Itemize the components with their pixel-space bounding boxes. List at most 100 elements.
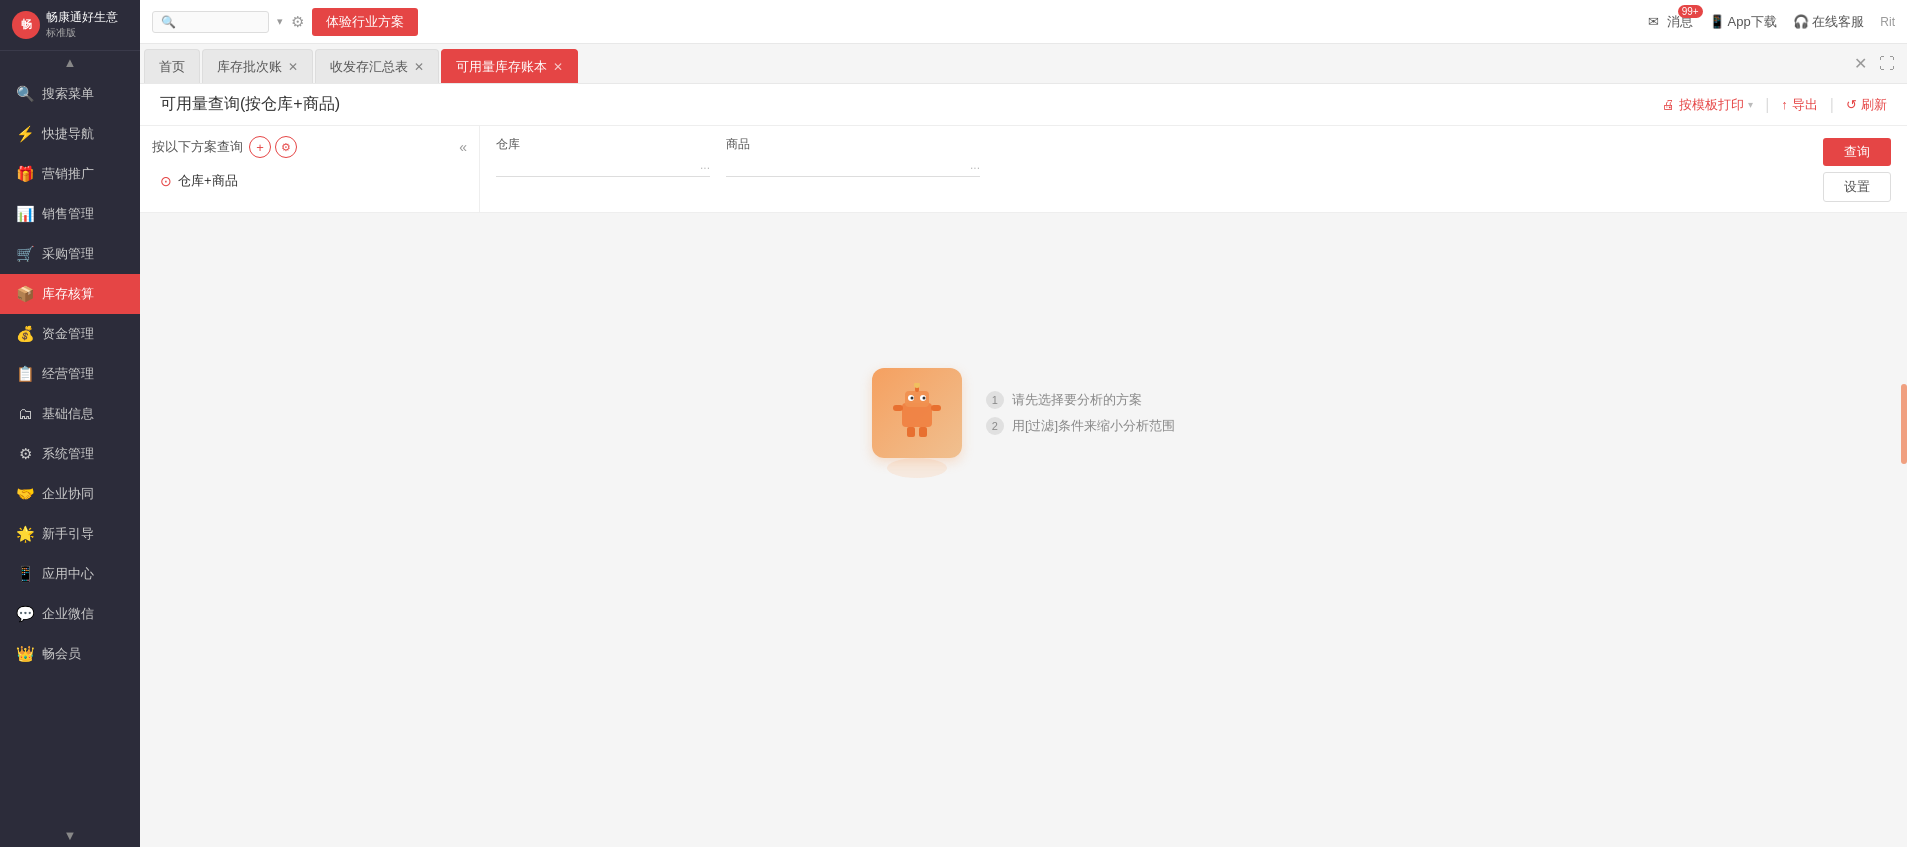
tab-available-close[interactable]: ✕ — [553, 60, 563, 74]
sidebar-item-quick-nav[interactable]: ⚡ 快捷导航 — [0, 114, 140, 154]
scheme-settings-btn[interactable]: ⚙ — [275, 136, 297, 158]
sidebar-item-wechat[interactable]: 💬 企业微信 — [0, 594, 140, 634]
query-panel: 按以下方案查询 + ⚙ « ⊙ 仓库+商品 仓库 — [140, 126, 1907, 213]
sidebar-item-enterprise[interactable]: 🤝 企业协同 — [0, 474, 140, 514]
empty-tip-2: 2 用[过滤]条件来缩小分析范围 — [986, 417, 1175, 435]
sales-icon: 📊 — [16, 205, 34, 223]
tab-expand-btn[interactable]: ⛶ — [1875, 51, 1899, 77]
query-fields: 仓库 ... 商品 ... 查询 设置 — [480, 126, 1907, 212]
sidebar-item-sales[interactable]: 📊 销售管理 — [0, 194, 140, 234]
basic-icon: 🗂 — [16, 405, 34, 422]
warehouse-more-btn[interactable]: ... — [700, 158, 710, 172]
sidebar-item-app-center[interactable]: 📱 应用中心 — [0, 554, 140, 594]
topbar-search-input[interactable] — [180, 15, 260, 29]
sidebar-item-search[interactable]: 🔍 搜索菜单 — [0, 74, 140, 114]
sidebar-scroll-up[interactable]: ▲ — [0, 51, 140, 74]
tab-batch[interactable]: 库存批次账 ✕ — [202, 49, 313, 83]
page-title: 可用量查询(按仓库+商品) — [160, 94, 340, 115]
warehouse-label: 仓库 — [496, 136, 710, 153]
purchase-icon: 🛒 — [16, 245, 34, 263]
svg-point-5 — [922, 397, 925, 400]
goods-input[interactable] — [726, 157, 966, 172]
goods-field: 商品 ... — [726, 136, 980, 177]
inventory-icon: 📦 — [16, 285, 34, 303]
goods-more-btn[interactable]: ... — [970, 158, 980, 172]
page-header: 可用量查询(按仓库+商品) 🖨 按模板打印 ▾ | ↑ 导出 | ↺ 刷新 — [140, 84, 1907, 126]
scheme-collapse-btn[interactable]: « — [459, 139, 467, 155]
topbar: 🔍 ▾ ⚙ 体验行业方案 ✉ 99+ 消息 📱 App下载 🎧 在线客服 Rit — [140, 0, 1907, 44]
enterprise-icon: 🤝 — [16, 485, 34, 503]
scheme-item-warehouse[interactable]: ⊙ 仓库+商品 — [152, 166, 467, 196]
empty-state: 1 请先选择要分析的方案 2 用[过滤]条件来缩小分析范围 — [140, 213, 1907, 613]
query-settings-btn[interactable]: 设置 — [1823, 172, 1891, 202]
online-service-btn[interactable]: 🎧 在线客服 — [1793, 13, 1865, 31]
empty-tip-1: 1 请先选择要分析的方案 — [986, 391, 1175, 409]
quick-nav-icon: ⚡ — [16, 125, 34, 143]
app-center-icon: 📱 — [16, 565, 34, 583]
tabbar-controls: ✕ ⛶ — [1842, 44, 1907, 83]
tab-collect-close[interactable]: ✕ — [414, 60, 424, 74]
query-scheme-header: 按以下方案查询 + ⚙ « — [152, 136, 467, 158]
search-menu-icon: 🔍 — [16, 85, 34, 103]
tabbar: 首页 库存批次账 ✕ 收发存汇总表 ✕ 可用量库存账本 ✕ ✕ ⛶ — [140, 44, 1907, 84]
sidebar-item-basic[interactable]: 🗂 基础信息 — [0, 394, 140, 434]
sidebar-item-member[interactable]: 👑 畅会员 — [0, 634, 140, 674]
warehouse-field: 仓库 ... — [496, 136, 710, 177]
sidebar-scroll-down[interactable]: ▼ — [0, 824, 140, 847]
tab-batch-close[interactable]: ✕ — [288, 60, 298, 74]
message-icon: ✉ — [1648, 14, 1659, 29]
refresh-icon: ↺ — [1846, 97, 1857, 112]
print-btn[interactable]: 🖨 按模板打印 ▾ — [1662, 96, 1753, 114]
sidebar: 畅 畅康通好生意 标准版 ▲ 🔍 搜索菜单 ⚡ 快捷导航 🎁 营销推广 📊 销售… — [0, 0, 140, 847]
app-title: 畅康通好生意 — [46, 10, 118, 26]
topbar-right-actions: ✉ 99+ 消息 📱 App下载 🎧 在线客服 Rit — [1648, 13, 1895, 31]
topbar-search-icon: 🔍 — [161, 15, 176, 29]
page-header-actions: 🖨 按模板打印 ▾ | ↑ 导出 | ↺ 刷新 — [1662, 96, 1887, 114]
warehouse-input[interactable] — [496, 157, 696, 172]
svg-rect-11 — [931, 405, 941, 411]
headset-icon: 🎧 — [1793, 14, 1809, 29]
tab-close-btn[interactable]: ✕ — [1850, 50, 1871, 77]
message-badge: 99+ — [1678, 5, 1703, 18]
print-icon: 🖨 — [1662, 97, 1675, 112]
sidebar-item-system[interactable]: ⚙ 系统管理 — [0, 434, 140, 474]
main-content: 🔍 ▾ ⚙ 体验行业方案 ✉ 99+ 消息 📱 App下载 🎧 在线客服 Rit — [140, 0, 1907, 847]
query-action-buttons: 查询 设置 — [1823, 136, 1891, 202]
add-scheme-btn[interactable]: + — [249, 136, 271, 158]
query-scheme-label: 按以下方案查询 — [152, 138, 243, 156]
svg-point-7 — [914, 383, 920, 388]
trial-button[interactable]: 体验行业方案 — [312, 8, 418, 36]
sidebar-item-finance[interactable]: 💰 资金管理 — [0, 314, 140, 354]
print-dropdown-icon[interactable]: ▾ — [1748, 99, 1753, 110]
app-logo: 畅 — [12, 11, 40, 39]
tab-available[interactable]: 可用量库存账本 ✕ — [441, 49, 578, 83]
tab-collect[interactable]: 收发存汇总表 ✕ — [315, 49, 439, 83]
goods-label: 商品 — [726, 136, 980, 153]
refresh-btn[interactable]: ↺ 刷新 — [1846, 96, 1887, 114]
topbar-gear-icon[interactable]: ⚙ — [291, 13, 304, 31]
user-name[interactable]: Rit — [1880, 15, 1895, 29]
sidebar-item-operation[interactable]: 📋 经营管理 — [0, 354, 140, 394]
svg-point-4 — [910, 397, 913, 400]
topbar-chevron-icon[interactable]: ▾ — [277, 15, 283, 28]
app-download-icon: 📱 — [1709, 14, 1725, 29]
sidebar-item-guide[interactable]: 🌟 新手引导 — [0, 514, 140, 554]
scheme-item-icon: ⊙ — [160, 173, 172, 189]
page-content: 可用量查询(按仓库+商品) 🖨 按模板打印 ▾ | ↑ 导出 | ↺ 刷新 — [140, 84, 1907, 847]
message-btn[interactable]: ✉ 99+ 消息 — [1648, 13, 1693, 31]
sidebar-header: 畅 畅康通好生意 标准版 — [0, 0, 140, 51]
query-submit-btn[interactable]: 查询 — [1823, 138, 1891, 166]
export-btn[interactable]: ↑ 导出 — [1781, 96, 1818, 114]
wechat-icon: 💬 — [16, 605, 34, 623]
app-download-btn[interactable]: 📱 App下载 — [1709, 13, 1777, 31]
app-subtitle: 标准版 — [46, 26, 118, 40]
tab-home[interactable]: 首页 — [144, 49, 200, 83]
marketing-icon: 🎁 — [16, 165, 34, 183]
sidebar-item-inventory[interactable]: 📦 库存核算 — [0, 274, 140, 314]
sidebar-item-marketing[interactable]: 🎁 营销推广 — [0, 154, 140, 194]
query-scheme-panel: 按以下方案查询 + ⚙ « ⊙ 仓库+商品 — [140, 126, 480, 212]
topbar-search-box[interactable]: 🔍 — [152, 11, 269, 33]
sidebar-nav: 🔍 搜索菜单 ⚡ 快捷导航 🎁 营销推广 📊 销售管理 🛒 采购管理 📦 库存核… — [0, 74, 140, 824]
member-icon: 👑 — [16, 645, 34, 663]
sidebar-item-purchase[interactable]: 🛒 采购管理 — [0, 234, 140, 274]
